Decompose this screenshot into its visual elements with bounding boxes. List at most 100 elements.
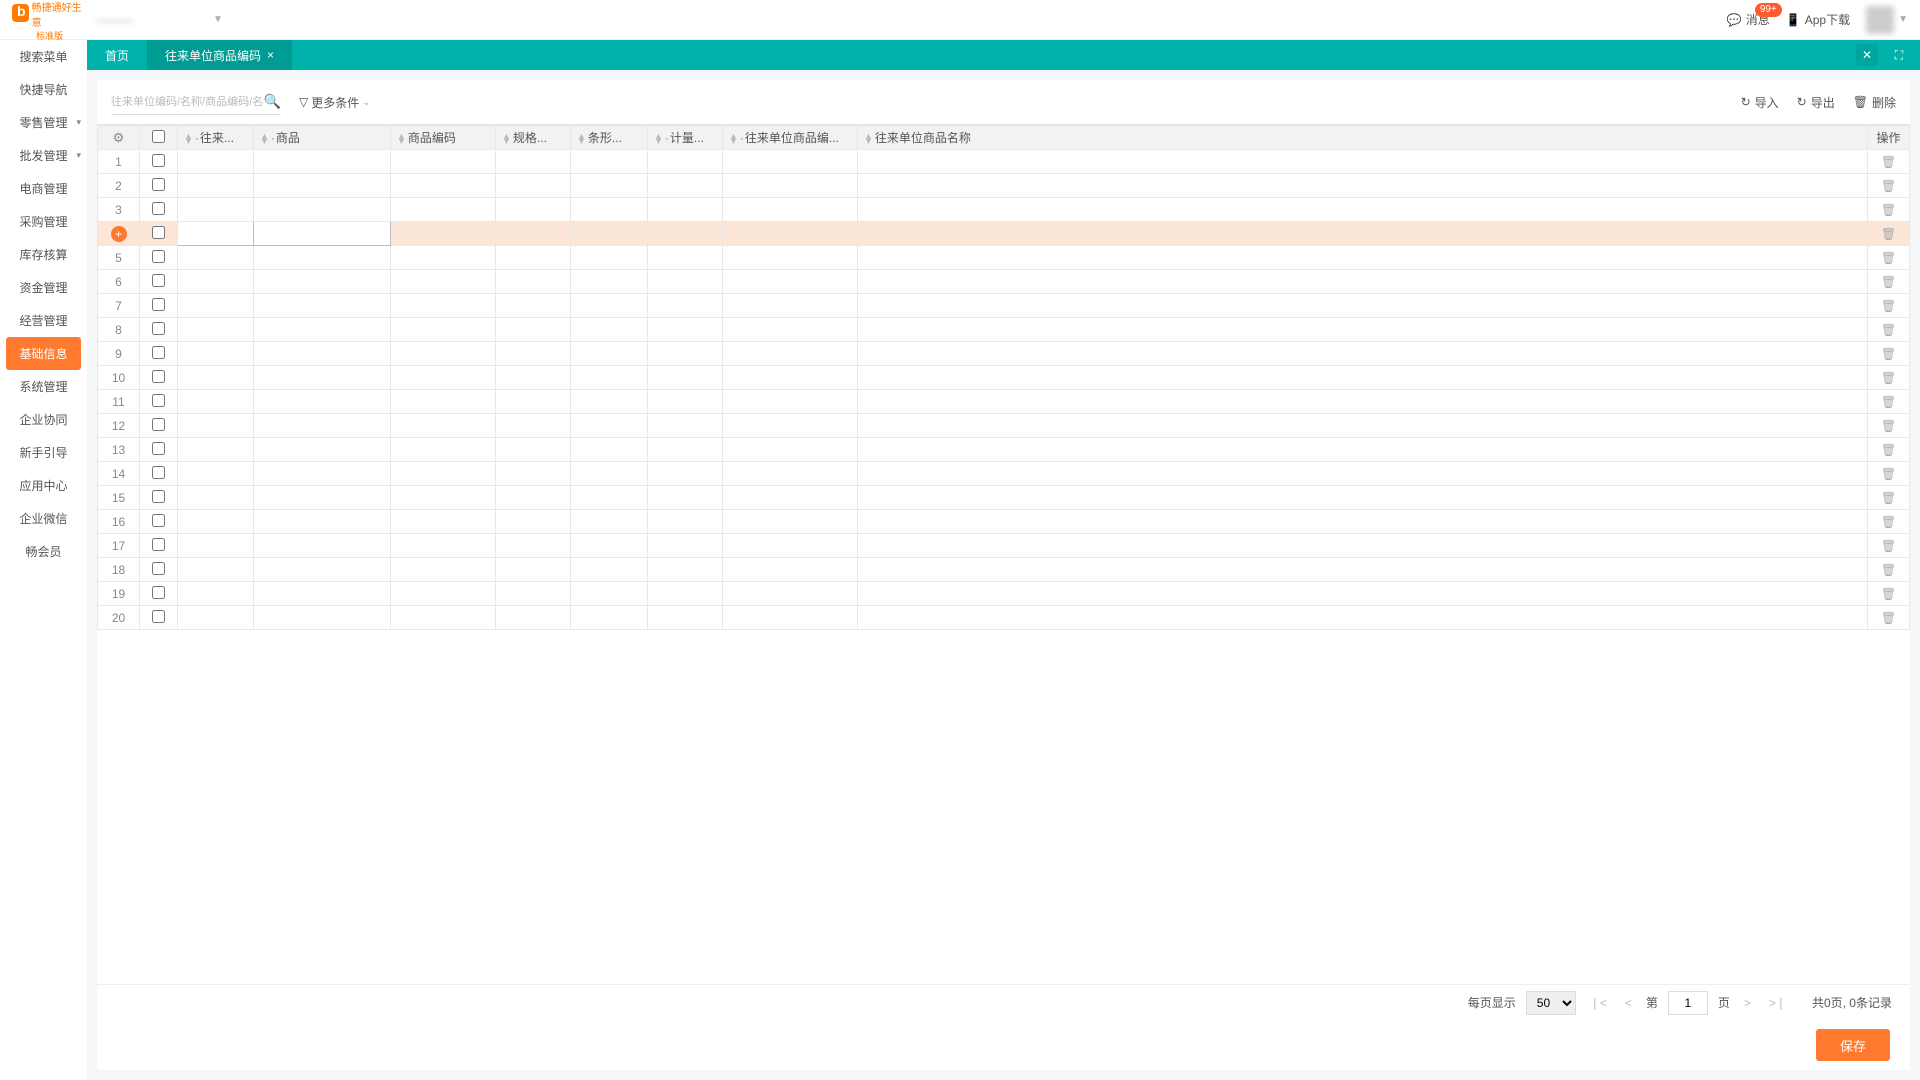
cell[interactable] (571, 582, 648, 606)
cell[interactable] (723, 270, 858, 294)
chevron-down-icon[interactable]: ▼ (213, 14, 223, 25)
export-button[interactable]: ↻ 导出 (1797, 94, 1835, 111)
cell[interactable] (178, 390, 254, 414)
cell[interactable] (723, 462, 858, 486)
cell[interactable] (254, 366, 391, 390)
table-row[interactable]: 9🗑 (98, 342, 1910, 366)
cell[interactable] (391, 294, 496, 318)
cell[interactable] (648, 390, 723, 414)
sidebar-item-10[interactable]: 系统管理 (0, 370, 87, 403)
cell[interactable] (178, 150, 254, 174)
cell[interactable] (858, 462, 1868, 486)
cell[interactable] (178, 414, 254, 438)
cell[interactable] (496, 222, 571, 246)
sidebar-item-11[interactable]: 企业协同 (0, 403, 87, 436)
trash-icon[interactable]: 🗑 (1881, 443, 1896, 457)
cell[interactable] (648, 150, 723, 174)
cell[interactable] (571, 534, 648, 558)
cell[interactable] (571, 294, 648, 318)
row-checkbox[interactable] (152, 370, 165, 383)
cell[interactable] (648, 270, 723, 294)
cell[interactable] (254, 150, 391, 174)
table-row[interactable]: 11🗑 (98, 390, 1910, 414)
sidebar-item-1[interactable]: 快捷导航 (0, 73, 87, 106)
cell[interactable] (571, 462, 648, 486)
sidebar-item-9[interactable]: 基础信息 (6, 337, 81, 370)
column-barcode[interactable]: ▲▼条形... (571, 126, 648, 150)
cell[interactable] (178, 318, 254, 342)
cell[interactable] (391, 366, 496, 390)
cell[interactable] (496, 246, 571, 270)
trash-icon[interactable]: 🗑 (1881, 563, 1896, 577)
cell[interactable] (496, 558, 571, 582)
trash-icon[interactable]: 🗑 (1881, 467, 1896, 481)
cell[interactable] (571, 222, 648, 246)
sidebar-item-0[interactable]: 搜索菜单 (0, 40, 87, 73)
cell[interactable] (391, 150, 496, 174)
cell[interactable] (391, 270, 496, 294)
cell[interactable] (254, 270, 391, 294)
cell[interactable] (858, 342, 1868, 366)
cell[interactable] (391, 606, 496, 630)
cell[interactable] (178, 558, 254, 582)
table-row[interactable]: 16🗑 (98, 510, 1910, 534)
cell[interactable] (496, 606, 571, 630)
cell[interactable] (391, 414, 496, 438)
cell[interactable] (571, 390, 648, 414)
per-page-select[interactable]: 50 (1526, 991, 1576, 1015)
trash-icon[interactable]: 🗑 (1881, 491, 1896, 505)
cell[interactable] (858, 198, 1868, 222)
cell[interactable] (391, 558, 496, 582)
last-page-button[interactable]: >❘ (1765, 996, 1790, 1010)
cell[interactable] (648, 222, 723, 246)
cell[interactable] (254, 318, 391, 342)
trash-icon[interactable]: 🗑 (1881, 419, 1896, 433)
cell[interactable] (178, 174, 254, 198)
cell[interactable] (648, 438, 723, 462)
cell[interactable] (178, 270, 254, 294)
app-download-button[interactable]: 📱 App下载 (1786, 11, 1850, 28)
column-unit[interactable]: ▲▼·计量... (648, 126, 723, 150)
column-partner[interactable]: ▲▼·往来... (178, 126, 254, 150)
sidebar-item-3[interactable]: 批发管理▾ (0, 139, 87, 172)
delete-button[interactable]: 🗑 删除 (1853, 94, 1896, 111)
cell[interactable] (391, 438, 496, 462)
first-page-button[interactable]: ❘< (1586, 996, 1611, 1010)
cell[interactable] (858, 414, 1868, 438)
cell[interactable] (723, 174, 858, 198)
sidebar-item-7[interactable]: 资金管理 (0, 271, 87, 304)
fullscreen-icon[interactable]: ⛶ (1888, 44, 1910, 66)
cell[interactable] (254, 390, 391, 414)
import-button[interactable]: ↻ 导入 (1741, 94, 1779, 111)
next-page-button[interactable]: > (1740, 996, 1755, 1010)
cell[interactable] (858, 606, 1868, 630)
cell[interactable] (723, 414, 858, 438)
cell[interactable] (254, 414, 391, 438)
cell[interactable] (178, 582, 254, 606)
cell[interactable] (254, 462, 391, 486)
cell[interactable] (723, 606, 858, 630)
row-checkbox[interactable] (152, 514, 165, 527)
cell[interactable] (254, 342, 391, 366)
cell[interactable] (178, 462, 254, 486)
cell[interactable] (571, 366, 648, 390)
sidebar-item-13[interactable]: 应用中心 (0, 469, 87, 502)
trash-icon[interactable]: 🗑 (1881, 155, 1896, 169)
cell[interactable] (496, 414, 571, 438)
cell[interactable] (648, 582, 723, 606)
column-spec[interactable]: ▲▼规格... (496, 126, 571, 150)
cell[interactable] (496, 462, 571, 486)
cell[interactable] (496, 294, 571, 318)
table-row[interactable]: 5🗑 (98, 246, 1910, 270)
cell[interactable] (571, 558, 648, 582)
row-checkbox[interactable] (152, 490, 165, 503)
trash-icon[interactable]: 🗑 (1881, 515, 1896, 529)
trash-icon[interactable]: 🗑 (1881, 203, 1896, 217)
sidebar-item-15[interactable]: 畅会员 (0, 535, 87, 568)
trash-icon[interactable]: 🗑 (1881, 587, 1896, 601)
cell[interactable] (571, 606, 648, 630)
cell[interactable] (496, 438, 571, 462)
cell[interactable] (391, 222, 496, 246)
cell[interactable] (391, 486, 496, 510)
trash-icon[interactable]: 🗑 (1881, 323, 1896, 337)
